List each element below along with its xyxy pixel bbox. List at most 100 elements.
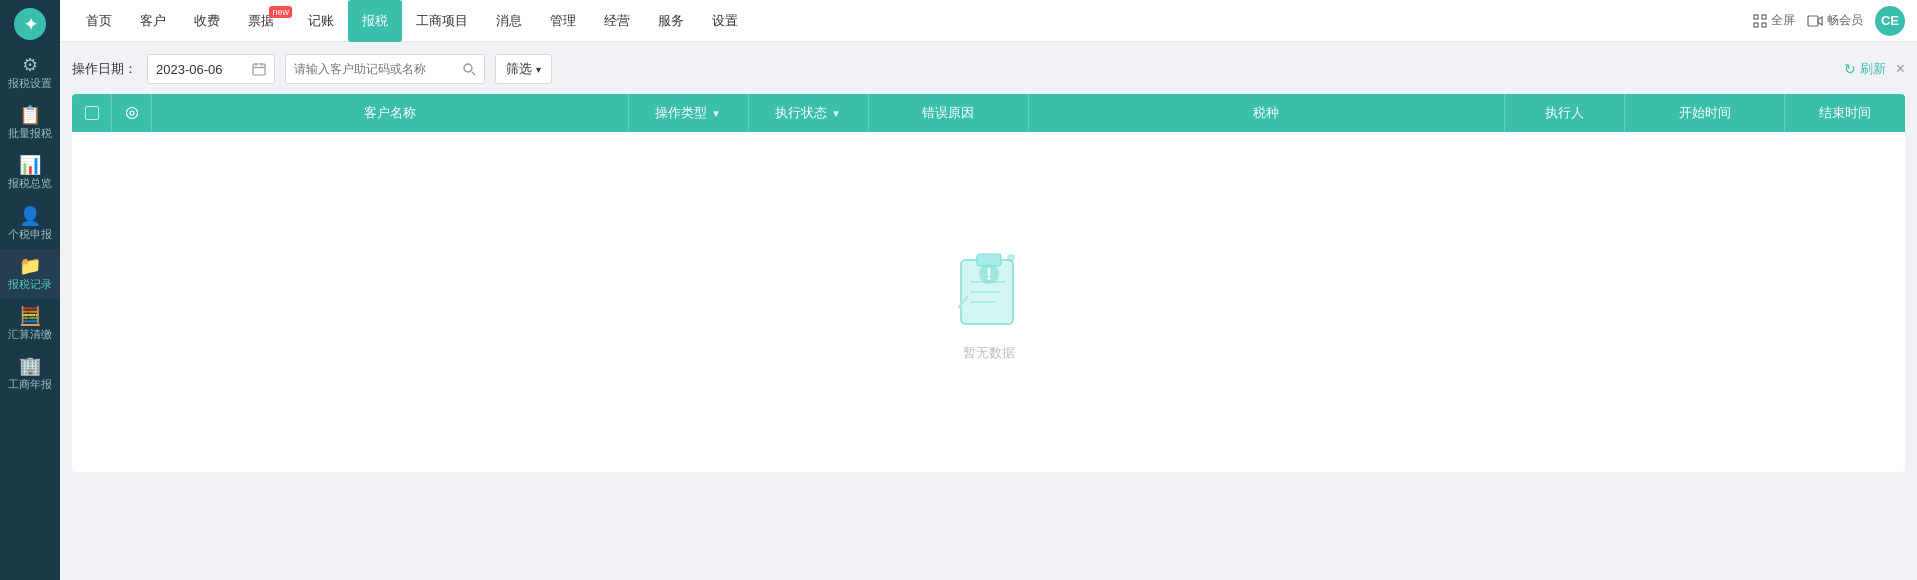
nav-item-fuwu[interactable]: 服务 bbox=[644, 0, 698, 42]
th-operation-type[interactable]: 操作类型 ▼ bbox=[629, 94, 749, 132]
nav-item-gongshang[interactable]: 工商项目 bbox=[402, 0, 482, 42]
th-tax-type: 税种 bbox=[1029, 94, 1506, 132]
calendar-icon bbox=[252, 62, 266, 76]
column-settings-icon[interactable] bbox=[125, 106, 139, 120]
sidebar-label: 工商年报 bbox=[8, 378, 52, 391]
top-nav-right: 全屏 畅会员 CE bbox=[1753, 6, 1905, 36]
th-label: 结束时间 bbox=[1819, 104, 1871, 122]
nav-label: 记账 bbox=[308, 12, 334, 30]
th-end-time: 结束时间 bbox=[1785, 94, 1905, 132]
svg-rect-1 bbox=[1762, 15, 1766, 19]
nav-item-xiaoxi[interactable]: 消息 bbox=[482, 0, 536, 42]
nav-item-jizhang[interactable]: 记账 bbox=[294, 0, 348, 42]
page-content: 操作日期： 筛选 ▾ bbox=[60, 42, 1917, 580]
nav-item-client[interactable]: 客户 bbox=[126, 0, 180, 42]
svg-rect-3 bbox=[1762, 23, 1766, 27]
svg-rect-2 bbox=[1754, 23, 1758, 27]
close-button[interactable]: × bbox=[1896, 60, 1905, 78]
nav-label: 首页 bbox=[86, 12, 112, 30]
fullscreen-button[interactable]: 全屏 bbox=[1753, 12, 1795, 29]
select-all-checkbox[interactable] bbox=[72, 94, 112, 132]
nav-label: 报税 bbox=[362, 12, 388, 30]
nav-item-jingying[interactable]: 经营 bbox=[590, 0, 644, 42]
avatar[interactable]: CE bbox=[1875, 6, 1905, 36]
date-input[interactable] bbox=[156, 62, 246, 77]
sidebar-item-geshuishenbao[interactable]: 👤 个税申报 bbox=[0, 199, 60, 249]
th-client-name: 客户名称 bbox=[152, 94, 629, 132]
nav-label: 客户 bbox=[140, 12, 166, 30]
th-executor: 执行人 bbox=[1505, 94, 1625, 132]
search-wrap[interactable] bbox=[285, 54, 485, 84]
nav-label: 消息 bbox=[496, 12, 522, 30]
sidebar-label: 个税申报 bbox=[8, 228, 52, 241]
filter-label: 筛选 bbox=[506, 60, 532, 78]
svg-line-10 bbox=[472, 72, 476, 76]
sidebar-logo: ✦ bbox=[0, 0, 60, 48]
sidebar-item-baoshuijilu[interactable]: 📁 报税记录 bbox=[0, 249, 60, 299]
sidebar-label: 报税记录 bbox=[8, 278, 52, 291]
nav-item-baoshui[interactable]: 报税 bbox=[348, 0, 402, 42]
search-input[interactable] bbox=[294, 62, 456, 76]
refresh-button[interactable]: ↻ 刷新 bbox=[1844, 60, 1886, 78]
overview-icon: 📊 bbox=[19, 156, 41, 174]
table-container: 客户名称 操作类型 ▼ 执行状态 ▼ 错误原因 税种 执行人 bbox=[72, 94, 1905, 472]
record-icon: 📁 bbox=[19, 257, 41, 275]
video-icon bbox=[1807, 14, 1823, 28]
refresh-label: 刷新 bbox=[1860, 60, 1886, 78]
svg-point-11 bbox=[126, 108, 137, 119]
svg-rect-4 bbox=[1808, 16, 1818, 26]
sidebar-item-gongshangnianbao[interactable]: 🏢 工商年报 bbox=[0, 349, 60, 399]
nav-item-piaoju[interactable]: 票据 new bbox=[234, 0, 294, 42]
search-icon bbox=[462, 62, 476, 76]
sidebar-item-huisuanqingjiao[interactable]: 🧮 汇算清缴 bbox=[0, 299, 60, 349]
logo-icon: ✦ bbox=[14, 8, 46, 40]
svg-rect-0 bbox=[1754, 15, 1758, 19]
nav-item-shezhi[interactable]: 设置 bbox=[698, 0, 752, 42]
svg-point-9 bbox=[464, 64, 472, 72]
th-label: 客户名称 bbox=[364, 104, 416, 122]
sort-icon: ▼ bbox=[831, 108, 841, 119]
new-badge: new bbox=[269, 6, 292, 19]
main-area: 首页 客户 收费 票据 new 记账 报税 工商项目 消息 bbox=[60, 0, 1917, 580]
th-error-reason: 错误原因 bbox=[869, 94, 1029, 132]
th-label: 操作类型 bbox=[655, 104, 707, 122]
empty-state: 暂无数据 bbox=[949, 202, 1029, 402]
nav-item-guanli[interactable]: 管理 bbox=[536, 0, 590, 42]
th-settings bbox=[112, 94, 152, 132]
sidebar: ✦ ⚙ 报税设置 📋 批量报税 📊 报税总览 👤 个税申报 📁 报税记录 🧮 汇… bbox=[0, 0, 60, 580]
toolbar: 操作日期： 筛选 ▾ bbox=[72, 54, 1905, 84]
th-start-time: 开始时间 bbox=[1625, 94, 1785, 132]
date-label: 操作日期： bbox=[72, 60, 137, 78]
th-label: 执行人 bbox=[1545, 104, 1584, 122]
sidebar-item-baoshui-shezhi[interactable]: ⚙ 报税设置 bbox=[0, 48, 60, 98]
settings-icon: ⚙ bbox=[22, 56, 38, 74]
sort-icon: ▼ bbox=[711, 108, 721, 119]
fullscreen-label: 全屏 bbox=[1771, 12, 1795, 29]
top-nav: 首页 客户 收费 票据 new 记账 报税 工商项目 消息 bbox=[60, 0, 1917, 42]
sidebar-label: 汇算清缴 bbox=[8, 328, 52, 341]
svg-point-20 bbox=[987, 277, 990, 280]
nav-item-shoufei[interactable]: 收费 bbox=[180, 0, 234, 42]
refresh-icon: ↻ bbox=[1844, 61, 1856, 77]
nav-label: 服务 bbox=[658, 12, 684, 30]
nav-item-home[interactable]: 首页 bbox=[72, 0, 126, 42]
person-tax-icon: 👤 bbox=[19, 207, 41, 225]
sidebar-label: 批量报税 bbox=[8, 127, 52, 140]
sidebar-item-baoshuizonglan[interactable]: 📊 报税总览 bbox=[0, 148, 60, 198]
fullscreen-icon bbox=[1753, 14, 1767, 28]
sidebar-item-piliangbaoshui[interactable]: 📋 批量报税 bbox=[0, 98, 60, 148]
th-label: 税种 bbox=[1253, 104, 1279, 122]
th-exec-status[interactable]: 执行状态 ▼ bbox=[749, 94, 869, 132]
date-picker[interactable] bbox=[147, 54, 275, 84]
table-body: 暂无数据 bbox=[72, 132, 1905, 472]
empty-text: 暂无数据 bbox=[963, 344, 1015, 362]
th-label: 错误原因 bbox=[922, 104, 974, 122]
close-icon: × bbox=[1896, 60, 1905, 77]
svg-point-22 bbox=[1007, 254, 1015, 262]
member-button[interactable]: 畅会员 bbox=[1807, 12, 1863, 29]
nav-label: 收费 bbox=[194, 12, 220, 30]
empty-illustration bbox=[949, 242, 1029, 332]
nav-label: 经营 bbox=[604, 12, 630, 30]
filter-button[interactable]: 筛选 ▾ bbox=[495, 54, 552, 84]
nav-items: 首页 客户 收费 票据 new 记账 报税 工商项目 消息 bbox=[72, 0, 1753, 42]
